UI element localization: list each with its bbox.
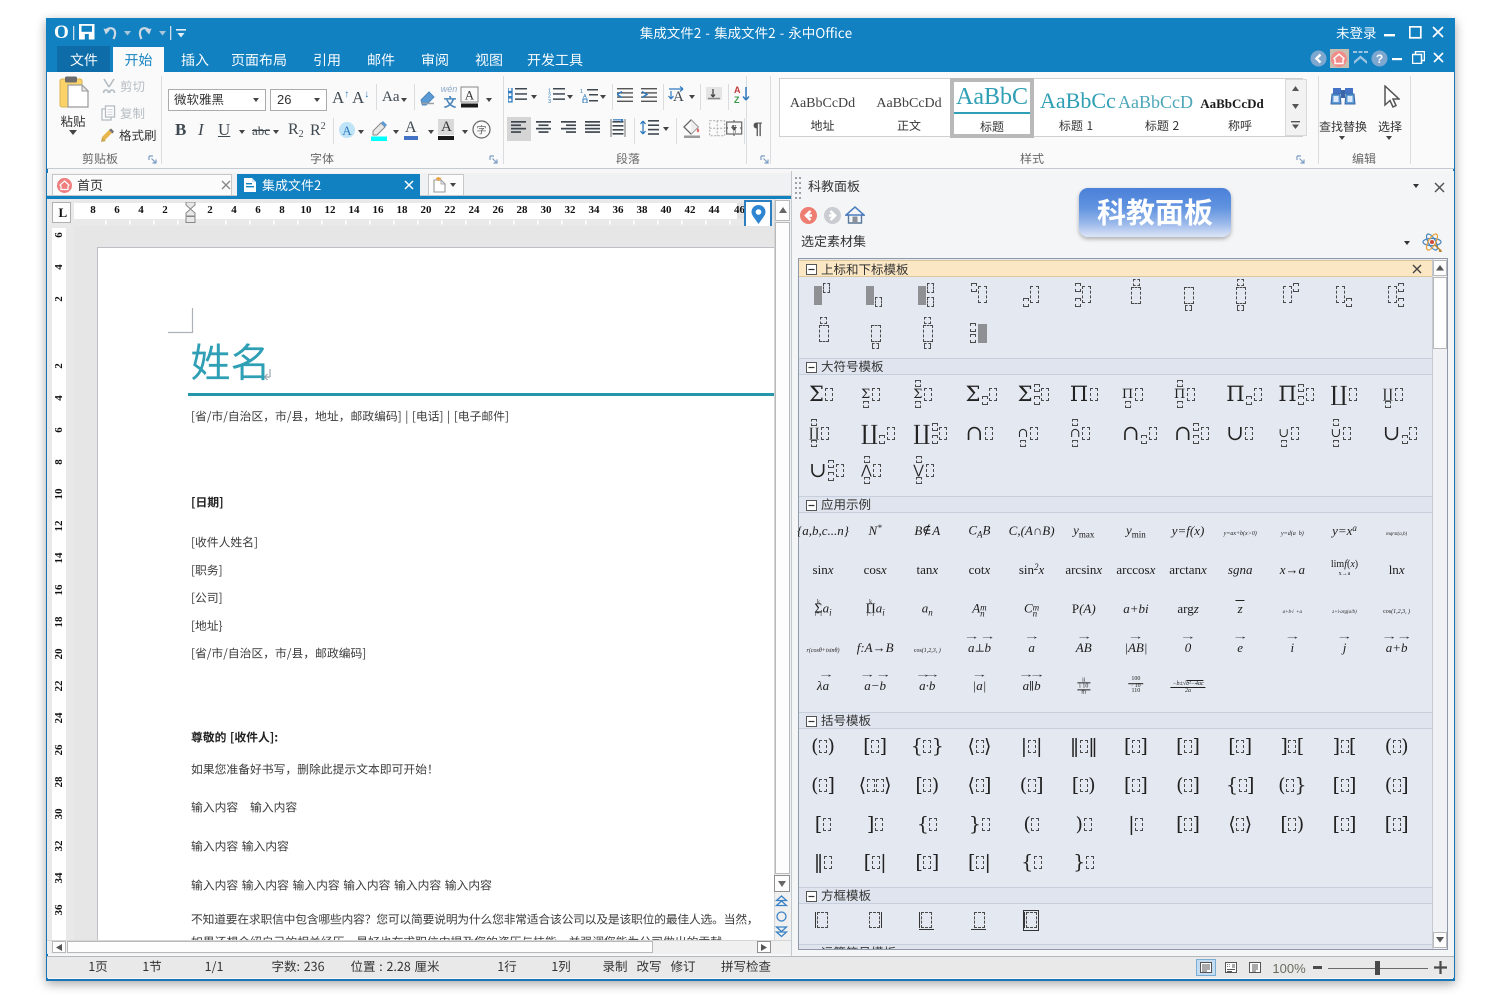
svg-text:?: ? xyxy=(1376,52,1383,66)
svg-text:A: A xyxy=(342,123,352,138)
svg-text:wén: wén xyxy=(441,84,457,94)
svg-text:Z: Z xyxy=(734,95,740,104)
svg-text:A: A xyxy=(673,89,684,104)
svg-text:A: A xyxy=(465,88,475,103)
svg-text:3: 3 xyxy=(548,99,551,103)
svg-text:¶: ¶ xyxy=(731,124,736,135)
svg-text:A: A xyxy=(734,85,741,95)
